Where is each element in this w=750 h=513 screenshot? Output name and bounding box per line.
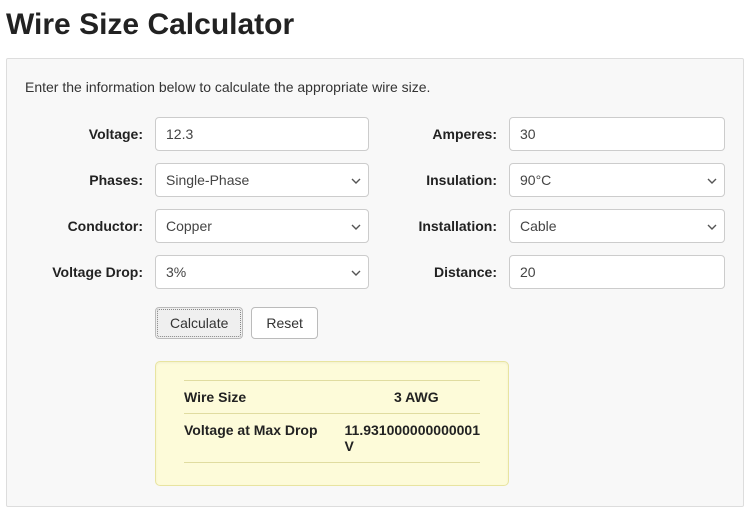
wire-size-value: 3 AWG (394, 389, 439, 405)
voltage-drop-label: Voltage Drop: (25, 264, 155, 280)
result-row-vmax: Voltage at Max Drop 11.931000000000001 V (184, 413, 480, 463)
wire-size-label: Wire Size (184, 389, 394, 405)
insulation-select[interactable]: 90°C (509, 163, 725, 197)
voltage-label: Voltage: (25, 126, 155, 142)
intro-text: Enter the information below to calculate… (25, 79, 725, 95)
phases-label: Phases: (25, 172, 155, 188)
vmax-label: Voltage at Max Drop (184, 422, 345, 454)
installation-select[interactable]: Cable (509, 209, 725, 243)
amperes-label: Amperes: (409, 126, 509, 142)
amperes-input[interactable] (509, 117, 725, 151)
voltage-drop-select[interactable]: 3% (155, 255, 369, 289)
page-title: Wire Size Calculator (6, 8, 744, 42)
form-grid: Voltage: Amperes: Phases: Single-Phase I… (25, 117, 725, 486)
calculate-button[interactable]: Calculate (155, 307, 243, 339)
distance-label: Distance: (409, 264, 509, 280)
result-box: Wire Size 3 AWG Voltage at Max Drop 11.9… (155, 361, 509, 486)
calculator-panel: Enter the information below to calculate… (6, 58, 744, 507)
phases-select[interactable]: Single-Phase (155, 163, 369, 197)
distance-input[interactable] (509, 255, 725, 289)
reset-button[interactable]: Reset (251, 307, 318, 339)
result-row-wire-size: Wire Size 3 AWG (184, 380, 480, 413)
voltage-input[interactable] (155, 117, 369, 151)
conductor-label: Conductor: (25, 218, 155, 234)
insulation-label: Insulation: (409, 172, 509, 188)
conductor-select[interactable]: Copper (155, 209, 369, 243)
vmax-value: 11.931000000000001 V (345, 422, 480, 454)
installation-label: Installation: (409, 218, 509, 234)
